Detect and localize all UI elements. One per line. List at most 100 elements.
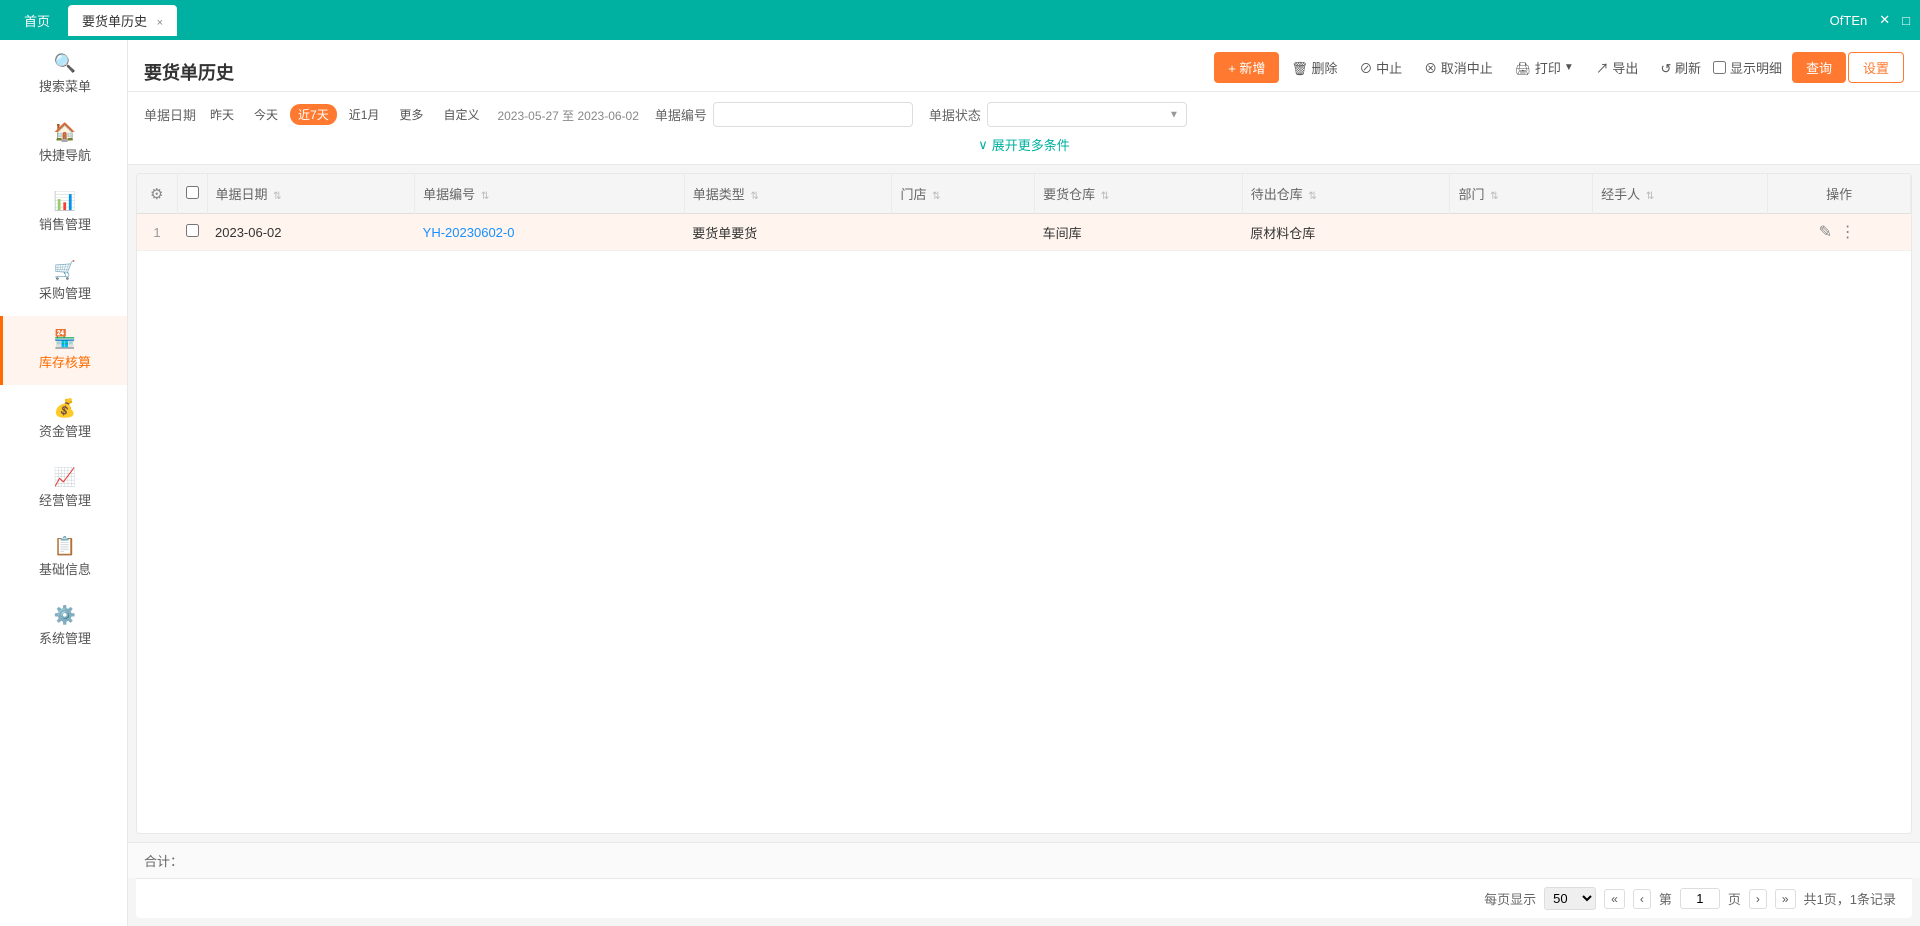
th-operator: 经手人 ⇅ bbox=[1593, 174, 1768, 214]
status-filter-label: 单据状态 bbox=[929, 105, 981, 124]
date-range-display: 2023-05-27 至 2023-06-02 bbox=[497, 107, 638, 124]
display-detail-checkbox[interactable] bbox=[1713, 61, 1726, 74]
th-docno: 单据编号 ⇅ bbox=[415, 174, 685, 214]
first-page-button[interactable]: « bbox=[1604, 889, 1625, 909]
td-docno: YH-20230602-0 bbox=[415, 214, 685, 251]
sort-operator-icon[interactable]: ⇅ bbox=[1646, 191, 1654, 202]
purchase-icon: 🛒 bbox=[54, 261, 76, 279]
home-icon: 🏠 bbox=[54, 123, 76, 141]
often-label: OfTEn bbox=[1830, 13, 1868, 28]
pagination: 每页显示 50 20 100 « ‹ 第 页 › » 共1页，1条记录 bbox=[136, 878, 1912, 918]
display-detail-toggle[interactable]: 显示明细 bbox=[1713, 58, 1782, 77]
sales-icon: 📊 bbox=[54, 192, 76, 210]
page-size-select[interactable]: 50 20 100 bbox=[1544, 887, 1596, 910]
sidebar-item-finance[interactable]: 💰 资金管理 bbox=[0, 385, 127, 454]
td-index: 1 bbox=[137, 214, 177, 251]
content-area: 要货单历史 + 新增 🗑 删除 ⊘ 中止 ⊗ 取消中止 🖨 打印 ▼ ↗ 导出 … bbox=[128, 40, 1920, 926]
docno-input[interactable] bbox=[713, 102, 913, 127]
date-filter-group: 单据日期 昨天 今天 近7天 近1月 更多 自定义 2023-05-27 至 2… bbox=[144, 104, 639, 125]
toolbar: + 新增 🗑 删除 ⊘ 中止 ⊗ 取消中止 🖨 打印 ▼ ↗ 导出 ↺ 刷新 显… bbox=[1214, 52, 1904, 91]
date-tag-today[interactable]: 今天 bbox=[246, 104, 286, 125]
page-number-input[interactable] bbox=[1680, 888, 1720, 909]
window-close-icon[interactable]: ✕ bbox=[1879, 12, 1890, 28]
last-page-button[interactable]: » bbox=[1775, 889, 1796, 909]
page-of-label: 页 bbox=[1728, 889, 1741, 908]
inventory-icon: 🏪 bbox=[54, 330, 76, 348]
refresh-button[interactable]: ↺ 刷新 bbox=[1650, 53, 1711, 82]
date-tag-1month[interactable]: 近1月 bbox=[341, 104, 388, 125]
tab-home[interactable]: 首页 bbox=[10, 5, 64, 36]
sort-doctype-icon[interactable]: ⇅ bbox=[750, 191, 758, 202]
sort-date-icon[interactable]: ⇅ bbox=[273, 191, 281, 202]
stop-button[interactable]: ⊘ 中止 bbox=[1350, 53, 1413, 82]
td-actions: ✎ ⋮ bbox=[1768, 214, 1911, 251]
expand-icon: ∨ bbox=[978, 137, 988, 153]
sidebar-item-search[interactable]: 🔍 搜索菜单 bbox=[0, 40, 127, 109]
status-select[interactable] bbox=[987, 102, 1187, 127]
status-filter-group: 单据状态 bbox=[929, 102, 1187, 127]
status-select-wrapper bbox=[987, 102, 1187, 127]
filter-row: 单据日期 昨天 今天 近7天 近1月 更多 自定义 2023-05-27 至 2… bbox=[144, 102, 1904, 127]
sort-store-icon[interactable]: ⇅ bbox=[932, 191, 940, 202]
th-warehouse: 要货仓库 ⇅ bbox=[1035, 174, 1243, 214]
expand-more-button[interactable]: ∨ 展开更多条件 bbox=[978, 135, 1070, 154]
td-warehouse: 车间库 bbox=[1035, 214, 1243, 251]
sidebar-item-inventory[interactable]: 🏪 库存核算 bbox=[0, 316, 127, 385]
th-department: 部门 ⇅ bbox=[1450, 174, 1593, 214]
tab-close-icon[interactable]: × bbox=[157, 17, 163, 29]
sidebar-item-sales[interactable]: 📊 销售管理 bbox=[0, 178, 127, 247]
tab-purchase-history[interactable]: 要货单历史 × bbox=[68, 5, 177, 36]
delete-button[interactable]: 🗑 删除 bbox=[1281, 53, 1347, 82]
sidebar-item-system[interactable]: ⚙️ 系统管理 bbox=[0, 592, 127, 661]
prev-page-button[interactable]: ‹ bbox=[1633, 889, 1651, 909]
sort-warehouse-icon[interactable]: ⇅ bbox=[1101, 191, 1109, 202]
print-dropdown-icon[interactable]: ▼ bbox=[1564, 62, 1574, 73]
table-wrapper[interactable]: ⚙ 单据日期 ⇅ 单据编号 ⇅ bbox=[136, 173, 1912, 834]
td-store bbox=[892, 214, 1035, 251]
date-tag-more[interactable]: 更多 bbox=[391, 104, 431, 125]
top-bar-right: OfTEn ✕ □ bbox=[1830, 12, 1910, 28]
more-icon[interactable]: ⋮ bbox=[1840, 224, 1856, 241]
date-tags: 昨天 今天 近7天 近1月 更多 自定义 bbox=[202, 104, 487, 125]
table-footer: 合计： bbox=[128, 842, 1920, 878]
new-button[interactable]: + 新增 bbox=[1214, 52, 1279, 83]
page-size-label: 每页显示 bbox=[1484, 889, 1536, 908]
search-button[interactable]: 查询 bbox=[1792, 52, 1846, 83]
sort-docno-icon[interactable]: ⇅ bbox=[481, 191, 489, 202]
table-row[interactable]: 1 2023-06-02 YH-20230602-0 要货单要货 车间库 原材料… bbox=[137, 214, 1911, 251]
sidebar-item-basic-info[interactable]: 📋 基础信息 bbox=[0, 523, 127, 592]
date-tag-yesterday[interactable]: 昨天 bbox=[202, 104, 242, 125]
date-tag-7days[interactable]: 近7天 bbox=[290, 104, 337, 125]
window-maximize-icon[interactable]: □ bbox=[1902, 13, 1910, 28]
th-actions: 操作 bbox=[1768, 174, 1911, 214]
top-bar: 首页 要货单历史 × OfTEn ✕ □ bbox=[0, 0, 1920, 40]
summary-label: 合计： bbox=[144, 851, 183, 870]
sort-outwarehouse-icon[interactable]: ⇅ bbox=[1308, 191, 1316, 202]
sidebar-item-operations[interactable]: 📈 经营管理 bbox=[0, 454, 127, 523]
edit-icon[interactable]: ✎ bbox=[1819, 224, 1832, 241]
sidebar-item-quicknav[interactable]: 🏠 快捷导航 bbox=[0, 109, 127, 178]
page-title: 要货单历史 bbox=[144, 59, 234, 85]
docno-link[interactable]: YH-20230602-0 bbox=[423, 225, 515, 240]
td-date: 2023-06-02 bbox=[207, 214, 415, 251]
date-filter-label: 单据日期 bbox=[144, 105, 196, 124]
settings-button[interactable]: 设置 bbox=[1848, 52, 1904, 83]
next-page-button[interactable]: › bbox=[1749, 889, 1767, 909]
basicinfo-icon: 📋 bbox=[54, 537, 76, 555]
th-outwarehouse: 待出仓库 ⇅ bbox=[1242, 174, 1450, 214]
date-tag-custom[interactable]: 自定义 bbox=[435, 104, 487, 125]
select-all-checkbox[interactable] bbox=[186, 186, 199, 199]
print-button[interactable]: 🖨 打印 ▼ bbox=[1505, 53, 1584, 82]
cancel-stop-button[interactable]: ⊗ 取消中止 bbox=[1414, 53, 1503, 82]
main-layout: 🔍 搜索菜单 🏠 快捷导航 📊 销售管理 🛒 采购管理 🏪 库存核算 💰 资金管… bbox=[0, 40, 1920, 926]
search-icon: 🔍 bbox=[54, 54, 76, 72]
export-button[interactable]: ↗ 导出 bbox=[1586, 53, 1649, 82]
td-doctype: 要货单要货 bbox=[684, 214, 892, 251]
sidebar-item-purchase[interactable]: 🛒 采购管理 bbox=[0, 247, 127, 316]
table-header-row: ⚙ 单据日期 ⇅ 单据编号 ⇅ bbox=[137, 174, 1911, 214]
th-checkbox bbox=[177, 174, 207, 214]
column-settings-icon[interactable]: ⚙ bbox=[150, 186, 163, 203]
row-checkbox[interactable] bbox=[186, 224, 199, 237]
sort-department-icon[interactable]: ⇅ bbox=[1490, 191, 1498, 202]
system-icon: ⚙️ bbox=[54, 606, 76, 624]
